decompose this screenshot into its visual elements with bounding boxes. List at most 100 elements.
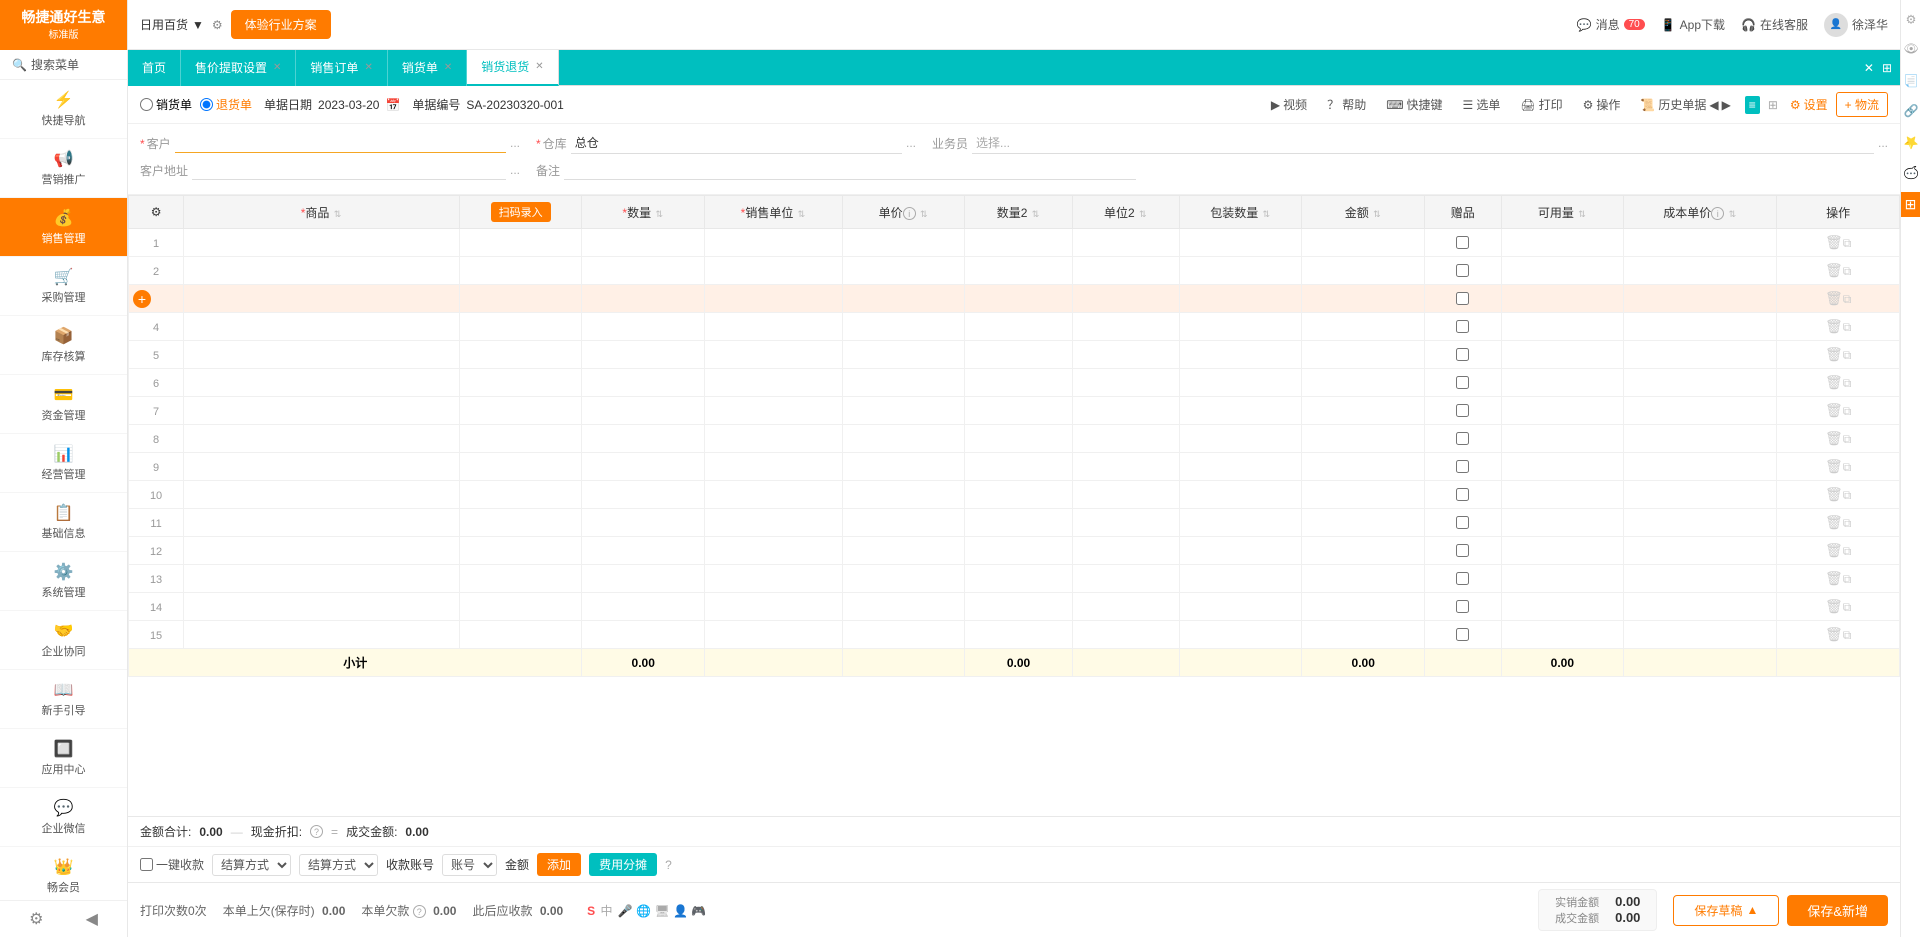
gift-checkbox[interactable] bbox=[1456, 292, 1469, 305]
payment-method-select[interactable]: 结算方式 bbox=[212, 854, 291, 876]
right-panel-icon-3[interactable]: 📄 bbox=[1902, 69, 1920, 92]
gift-checkbox[interactable] bbox=[1456, 460, 1469, 473]
delete-row-btn[interactable]: 🗑 bbox=[1825, 486, 1843, 502]
unit2-cell[interactable] bbox=[1072, 257, 1179, 285]
gift-checkbox[interactable] bbox=[1456, 488, 1469, 501]
product-cell[interactable] bbox=[184, 285, 460, 313]
gift-checkbox[interactable] bbox=[1456, 320, 1469, 333]
amount-cell[interactable] bbox=[1302, 257, 1425, 285]
gift-checkbox[interactable] bbox=[1456, 404, 1469, 417]
qty2-sort-icon[interactable]: ⇅ bbox=[1032, 209, 1040, 219]
sales-unit-cell[interactable] bbox=[704, 229, 842, 257]
sidebar-item-basic-info[interactable]: 📋 基础信息 bbox=[0, 493, 127, 552]
tab-sales-return-close[interactable]: ✕ bbox=[535, 61, 543, 72]
user-profile-btn[interactable]: 👤 徐泽华 bbox=[1824, 13, 1888, 37]
amount-cell[interactable] bbox=[1302, 285, 1425, 313]
gift-checkbox[interactable] bbox=[1456, 600, 1469, 613]
help-btn[interactable]: ？ 帮助 bbox=[1321, 93, 1372, 116]
delete-row-btn[interactable]: 🗑 bbox=[1825, 262, 1843, 278]
delete-row-btn[interactable]: 🗑 bbox=[1825, 598, 1843, 614]
radio-sales-delivery[interactable]: 销货单 bbox=[140, 96, 192, 113]
video-btn[interactable]: ▶ 视频 bbox=[1265, 93, 1313, 116]
product-cell[interactable] bbox=[184, 313, 460, 341]
next-icon[interactable]: ▶ bbox=[1722, 98, 1731, 112]
salesperson-dots[interactable]: ... bbox=[1878, 136, 1888, 150]
close-tab-icon[interactable]: ✕ bbox=[1864, 61, 1874, 75]
gift-checkbox[interactable] bbox=[1456, 628, 1469, 641]
product-sort-icon[interactable]: ⇅ bbox=[334, 209, 342, 219]
delete-row-btn[interactable]: 🗑 bbox=[1825, 346, 1843, 362]
gift-checkbox[interactable] bbox=[1456, 516, 1469, 529]
sales-unit-sort-icon[interactable]: ⇅ bbox=[798, 209, 806, 219]
qty2-cell[interactable] bbox=[965, 285, 1072, 313]
gift-checkbox[interactable] bbox=[1456, 348, 1469, 361]
pkg-qty-cell[interactable] bbox=[1179, 229, 1302, 257]
unit-price-sort-icon[interactable]: ⇅ bbox=[920, 209, 928, 219]
unit-price-cell[interactable] bbox=[842, 257, 965, 285]
radio-sales-return-input[interactable] bbox=[200, 98, 213, 111]
add-payment-btn[interactable]: 添加 bbox=[537, 853, 581, 876]
copy-row-btn[interactable]: ⧉ bbox=[1843, 432, 1852, 446]
sidebar-item-member[interactable]: 👑 畅会员 bbox=[0, 847, 127, 900]
qty2-cell[interactable] bbox=[965, 229, 1072, 257]
operate-btn[interactable]: ⚙ 操作 bbox=[1577, 93, 1627, 116]
page-settings-btn[interactable]: ⚙ 设置 bbox=[1790, 96, 1828, 113]
sidebar-item-operations[interactable]: 📊 经营管理 bbox=[0, 434, 127, 493]
tab-price-extract[interactable]: 售价提取设置 ✕ bbox=[181, 50, 296, 86]
qty-cell[interactable] bbox=[582, 285, 705, 313]
right-panel-icon-5[interactable]: ⭐ bbox=[1902, 131, 1920, 154]
gift-checkbox[interactable] bbox=[1456, 572, 1469, 585]
copy-row-btn[interactable]: ⧉ bbox=[1843, 572, 1852, 586]
history-btn[interactable]: 📜 历史单据 ◀ ▶ bbox=[1634, 93, 1736, 116]
sidebar-item-quick-nav[interactable]: ⚡ 快捷导航 bbox=[0, 80, 127, 139]
sidebar-item-newbie[interactable]: 📖 新手引导 bbox=[0, 670, 127, 729]
pkg-qty-cell[interactable] bbox=[1179, 257, 1302, 285]
unit-price-cell[interactable] bbox=[842, 285, 965, 313]
unit2-cell[interactable] bbox=[1072, 229, 1179, 257]
one-click-pay-checkbox[interactable] bbox=[140, 858, 153, 871]
sidebar-item-enterprise[interactable]: 🤝 企业协同 bbox=[0, 611, 127, 670]
gift-checkbox[interactable] bbox=[1456, 376, 1469, 389]
delete-row-btn[interactable]: 🗑 bbox=[1825, 626, 1843, 642]
customer-dots[interactable]: ... bbox=[510, 136, 520, 150]
cost-price-info[interactable]: i bbox=[1711, 207, 1724, 220]
right-panel-icon-1[interactable]: ⚙ bbox=[1902, 8, 1920, 30]
add-logistics-btn[interactable]: + 物流 bbox=[1836, 92, 1888, 117]
copy-row-btn[interactable]: ⧉ bbox=[1843, 488, 1852, 502]
copy-row-btn[interactable]: ⧉ bbox=[1843, 628, 1852, 642]
qty-cell[interactable] bbox=[582, 229, 705, 257]
add-row-btn[interactable]: + bbox=[133, 290, 151, 308]
copy-row-btn[interactable]: ⧉ bbox=[1843, 264, 1852, 278]
gift-checkbox[interactable] bbox=[1456, 264, 1469, 277]
sidebar-collapse-btn[interactable]: ◀ bbox=[86, 909, 98, 929]
address-dots[interactable]: ... bbox=[510, 163, 520, 177]
customer-input[interactable] bbox=[175, 133, 506, 153]
discount-info[interactable]: ? bbox=[310, 825, 323, 838]
delete-row-btn[interactable]: 🗑 bbox=[1825, 514, 1843, 530]
search-menu[interactable]: 🔍 搜索菜单 bbox=[0, 50, 127, 80]
copy-row-btn[interactable]: ⧉ bbox=[1843, 544, 1852, 558]
address-input[interactable] bbox=[192, 160, 506, 180]
sidebar-item-system-mgmt[interactable]: ⚙️ 系统管理 bbox=[0, 552, 127, 611]
delete-row-btn[interactable]: 🗑 bbox=[1825, 542, 1843, 558]
tab-sales-order[interactable]: 销售订单 ✕ bbox=[296, 50, 387, 86]
copy-row-btn[interactable]: ⧉ bbox=[1843, 600, 1852, 614]
qty-sort-icon[interactable]: ⇅ bbox=[655, 209, 663, 219]
draft-dropdown-icon[interactable]: ▲ bbox=[1746, 903, 1758, 917]
app-download-btn[interactable]: 📱 App下载 bbox=[1661, 16, 1725, 33]
right-panel-icon-4[interactable]: 🔗 bbox=[1902, 100, 1920, 123]
experience-btn[interactable]: 体验行业方案 bbox=[231, 10, 331, 39]
delete-row-btn[interactable]: 🗑 bbox=[1825, 570, 1843, 586]
account-select[interactable]: 账号 bbox=[442, 854, 497, 876]
col-settings-icon[interactable]: ⚙ bbox=[151, 205, 162, 219]
unit-price-info[interactable]: i bbox=[903, 207, 916, 220]
note-input[interactable] bbox=[564, 160, 1136, 180]
delete-row-btn[interactable]: 🗑 bbox=[1825, 234, 1843, 250]
product-cell[interactable] bbox=[184, 257, 460, 285]
grid-view-icon[interactable]: ⊞ bbox=[1764, 96, 1782, 114]
sidebar-item-sales-mgmt[interactable]: 💰 销售管理 bbox=[0, 198, 127, 257]
cost-price-sort-icon[interactable]: ⇅ bbox=[1729, 209, 1737, 219]
save-new-btn[interactable]: 保存&新增 bbox=[1787, 895, 1888, 926]
copy-row-btn[interactable]: ⧉ bbox=[1843, 460, 1852, 474]
message-btn[interactable]: 💬 消息 70 bbox=[1577, 16, 1645, 33]
